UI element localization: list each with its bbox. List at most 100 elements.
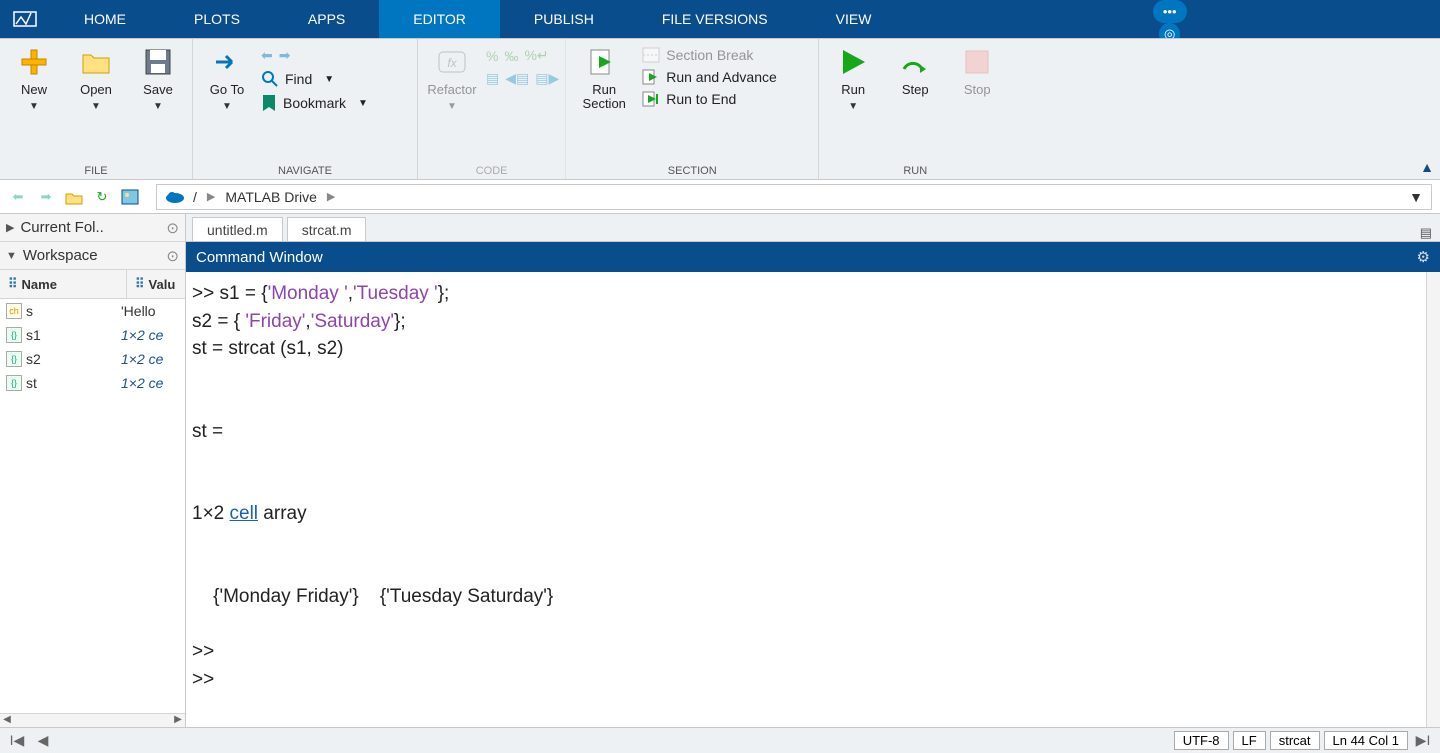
breadcrumb-dropdown-icon[interactable]: ▼	[1409, 189, 1423, 205]
run-section-icon	[589, 47, 619, 77]
tab-apps[interactable]: APPS	[274, 0, 379, 38]
prev-page-icon[interactable]: ◀	[32, 732, 54, 749]
workspace-columns: ⠿Name ⠿Valu	[0, 270, 185, 299]
group-label-file: FILE	[6, 161, 186, 179]
ribbon-group-code: fx Refactor▼ %‰%↵ ▤◀▤▤▶ CODE	[418, 39, 566, 179]
first-page-icon[interactable]: I◀	[6, 732, 28, 749]
find-button[interactable]: Find▼	[261, 70, 411, 88]
ribbon-group-section: Run Section Section Break Run and Advanc…	[566, 39, 819, 179]
close-icon[interactable]: ⊙	[166, 219, 179, 237]
breadcrumb[interactable]: / ▶ MATLAB Drive ▶ ▼	[156, 184, 1432, 210]
run-section-button[interactable]: Run Section	[572, 43, 636, 112]
back-arrow-icon: ⬅	[261, 47, 273, 64]
address-bar: ⬅ ➡ ↻ / ▶ MATLAB Drive ▶ ▼	[0, 180, 1440, 214]
last-page-icon[interactable]: ▶I	[1412, 732, 1434, 749]
section-break-icon	[642, 47, 660, 63]
main-area: ▶ Current Fol.. ⊙ ▼ Workspace ⊙ ⠿Name ⠿V…	[0, 214, 1440, 727]
stop-button[interactable]: Stop	[949, 43, 1005, 97]
vertical-scrollbar[interactable]	[1426, 272, 1440, 727]
workspace-row[interactable]: {}s11×2 ce	[0, 323, 185, 347]
svg-text:fx: fx	[447, 56, 457, 70]
expand-right-icon: ▶	[6, 221, 14, 234]
new-button[interactable]: New▼	[6, 43, 62, 112]
status-encoding[interactable]: UTF-8	[1174, 731, 1229, 750]
nav-arrows: ⬅ ➡	[261, 47, 411, 64]
cell-link[interactable]: cell	[230, 503, 259, 524]
outdent-icon[interactable]: ◀▤	[505, 70, 529, 87]
ribbon-group-navigate: Go To▼ ⬅ ➡ Find▼ Bookmark▼ NAVIGATE	[193, 39, 418, 179]
section-break-button[interactable]: Section Break	[642, 47, 812, 63]
menubar: HOME PLOTS APPS EDITOR PUBLISH FILE VERS…	[0, 0, 1440, 38]
ribbon: New▼ Open▼ Save▼ FILE Go To▼ ⬅ ➡	[0, 38, 1440, 180]
workspace-row[interactable]: {}s21×2 ce	[0, 347, 185, 371]
tab-home[interactable]: HOME	[50, 0, 160, 38]
run-to-end-button[interactable]: Run to End	[642, 91, 812, 107]
play-icon	[839, 47, 867, 77]
col-name[interactable]: ⠿Name	[0, 270, 127, 298]
indent2-icon[interactable]: ▤▶	[535, 70, 559, 87]
editor-area: untitled.m strcat.m ▤ Command Window ⚙ >…	[186, 214, 1440, 727]
step-icon	[900, 47, 930, 77]
command-window[interactable]: >> s1 = {'Monday ','Tuesday '}; s2 = { '…	[186, 272, 1440, 727]
bookmark-button[interactable]: Bookmark▼	[261, 94, 411, 112]
file-tabs: untitled.m strcat.m ▤	[186, 214, 1440, 242]
file-tab[interactable]: strcat.m	[287, 217, 367, 241]
tab-file-versions[interactable]: FILE VERSIONS	[628, 0, 802, 38]
horizontal-scrollbar[interactable]: ◀▶	[0, 713, 185, 727]
fwd-nav-icon[interactable]: ➡	[36, 187, 56, 207]
refresh-icon[interactable]: ↻	[92, 187, 112, 207]
tabs-menu-icon[interactable]: ▤	[1420, 225, 1432, 241]
group-label-navigate: NAVIGATE	[199, 161, 411, 179]
status-eol[interactable]: LF	[1233, 731, 1266, 750]
refactor-button[interactable]: fx Refactor▼	[424, 43, 480, 112]
command-window-title: Command Window	[196, 249, 323, 266]
cell-var-icon: {}	[6, 327, 22, 343]
tab-editor[interactable]: EDITOR	[379, 0, 500, 38]
up-folder-icon[interactable]	[64, 187, 84, 207]
file-tab[interactable]: untitled.m	[192, 217, 283, 241]
expand-down-icon: ▼	[6, 250, 17, 262]
workspace-label: Workspace	[23, 247, 98, 264]
save-button[interactable]: Save▼	[130, 43, 186, 112]
gear-icon[interactable]: ⚙	[1417, 248, 1430, 266]
wrap-comment-icon[interactable]: %↵	[524, 47, 548, 64]
disk-icon	[144, 47, 172, 77]
folder-icon	[81, 47, 111, 77]
goto-button[interactable]: Go To▼	[199, 43, 255, 112]
workspace-row[interactable]: chs'Hello	[0, 299, 185, 323]
workspace-header[interactable]: ▼ Workspace ⊙	[0, 242, 185, 270]
tab-plots[interactable]: PLOTS	[160, 0, 274, 38]
status-position[interactable]: Ln 44 Col 1	[1324, 731, 1409, 750]
cell-var-icon: {}	[6, 351, 22, 367]
workspace-row[interactable]: {}st1×2 ce	[0, 371, 185, 395]
picture-icon[interactable]	[120, 187, 140, 207]
status-function[interactable]: strcat	[1270, 731, 1320, 750]
app-logo-icon	[0, 0, 50, 38]
step-button[interactable]: Step	[887, 43, 943, 97]
tab-publish[interactable]: PUBLISH	[500, 0, 628, 38]
group-label-section: SECTION	[572, 161, 812, 179]
group-label-run: RUN	[825, 161, 1005, 179]
back-nav-icon[interactable]: ⬅	[8, 187, 28, 207]
uncomment-icon[interactable]: ‰	[504, 48, 518, 64]
more-pill-icon[interactable]: •••	[1153, 0, 1187, 23]
run-advance-button[interactable]: Run and Advance	[642, 69, 812, 85]
bookmark-icon	[261, 94, 277, 112]
close-icon[interactable]: ⊙	[166, 247, 179, 265]
stop-icon	[964, 47, 990, 77]
collapse-ribbon-icon[interactable]: ▲	[1420, 159, 1434, 175]
breadcrumb-drive[interactable]: MATLAB Drive	[225, 189, 317, 205]
comment-icon[interactable]: %	[486, 48, 498, 64]
ribbon-group-run: Run▼ Step Stop RUN	[819, 39, 1011, 179]
cloud-icon	[165, 190, 185, 204]
current-folder-label: Current Fol..	[20, 219, 103, 236]
col-value[interactable]: ⠿Valu	[127, 270, 185, 298]
side-panel: ▶ Current Fol.. ⊙ ▼ Workspace ⊙ ⠿Name ⠿V…	[0, 214, 186, 727]
run-button[interactable]: Run▼	[825, 43, 881, 112]
current-folder-header[interactable]: ▶ Current Fol.. ⊙	[0, 214, 185, 242]
breadcrumb-root[interactable]: /	[193, 189, 197, 205]
tab-view[interactable]: VIEW	[802, 0, 906, 38]
indent-icon[interactable]: ▤	[486, 70, 499, 87]
open-button[interactable]: Open▼	[68, 43, 124, 112]
run-to-end-icon	[642, 91, 660, 107]
